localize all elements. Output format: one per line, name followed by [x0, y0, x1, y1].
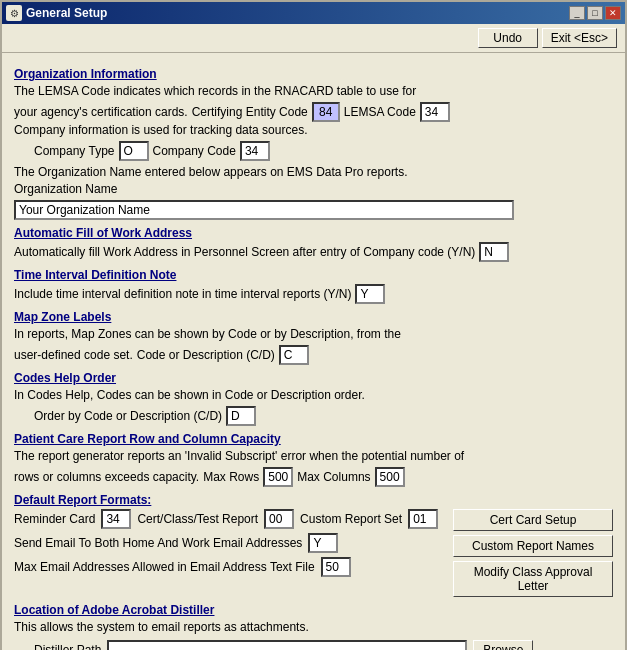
reminder-label: Reminder Card	[14, 512, 95, 526]
close-button[interactable]: ✕	[605, 6, 621, 20]
cert-card-setup-button[interactable]: Cert Card Setup	[453, 509, 613, 531]
distiller-input[interactable]	[107, 640, 467, 650]
max-cols-input[interactable]	[375, 467, 405, 487]
company-code-input[interactable]	[240, 141, 270, 161]
org-name-input[interactable]	[14, 200, 514, 220]
formats-left: Reminder Card Cert/Class/Test Report Cus…	[14, 509, 445, 581]
max-rows-input[interactable]	[263, 467, 293, 487]
formats-row3: Max Email Addresses Allowed in Email Add…	[14, 557, 445, 577]
toolbar: Undo Exit <Esc>	[2, 24, 625, 53]
map-zone-line1: In reports, Map Zones can be shown by Co…	[14, 326, 613, 343]
max-email-label: Max Email Addresses Allowed in Email Add…	[14, 560, 315, 574]
org-name-label: Organization Name	[14, 182, 117, 196]
undo-button[interactable]: Undo	[478, 28, 538, 48]
modify-class-approval-button[interactable]: Modify Class Approval Letter	[453, 561, 613, 597]
custom-report-names-button[interactable]: Custom Report Names	[453, 535, 613, 557]
auto-fill-line1: Automatically fill Work Address in Perso…	[14, 245, 475, 259]
acrobat-line1: This allows the system to email reports …	[14, 619, 613, 636]
patient-care-title: Patient Care Report Row and Column Capac…	[14, 432, 613, 446]
distiller-label: Distiller Path	[34, 643, 101, 650]
certifying-row: your agency's certification cards. Certi…	[14, 102, 613, 122]
map-zone-line3: Code or Description (C/D)	[137, 348, 275, 362]
formats-main-row: Reminder Card Cert/Class/Test Report Cus…	[14, 509, 613, 597]
certifying-label: Certifying Entity Code	[192, 105, 308, 119]
max-cols-label: Max Columns	[297, 470, 370, 484]
map-zone-title: Map Zone Labels	[14, 310, 613, 324]
title-bar-left: ⚙ General Setup	[6, 5, 107, 21]
time-interval-input[interactable]	[355, 284, 385, 304]
map-zone-row: user-defined code set. Code or Descripti…	[14, 345, 613, 365]
company-type-label: Company Type	[34, 144, 115, 158]
patient-care-line2: rows or columns exceeds capacity.	[14, 470, 199, 484]
time-interval-title: Time Interval Definition Note	[14, 268, 613, 282]
org-name-row: Organization Name	[14, 182, 613, 220]
default-formats-title: Default Report Formats:	[14, 493, 613, 507]
exit-button[interactable]: Exit <Esc>	[542, 28, 617, 48]
codes-help-line2: Order by Code or Description (C/D)	[34, 409, 222, 423]
title-bar: ⚙ General Setup _ □ ✕	[2, 2, 625, 24]
main-window: ⚙ General Setup _ □ ✕ Undo Exit <Esc> Or…	[0, 0, 627, 650]
codes-help-input[interactable]	[226, 406, 256, 426]
codes-help-title: Codes Help Order	[14, 371, 613, 385]
email-input[interactable]	[308, 533, 338, 553]
custom-label: Custom Report Set	[300, 512, 402, 526]
lemsa-label: LEMSA Code	[344, 105, 416, 119]
org-info-line4: The Organization Name entered below appe…	[14, 164, 613, 181]
time-interval-line1: Include time interval definition note in…	[14, 287, 351, 301]
certifying-value-input[interactable]	[312, 102, 340, 122]
org-info-line3: Company information is used for tracking…	[14, 122, 613, 139]
format-buttons: Cert Card Setup Custom Report Names Modi…	[453, 509, 613, 597]
browse-button[interactable]: Browse	[473, 640, 533, 650]
auto-fill-input[interactable]	[479, 242, 509, 262]
formats-row2: Send Email To Both Home And Work Email A…	[14, 533, 445, 553]
map-zone-input[interactable]	[279, 345, 309, 365]
custom-input[interactable]	[408, 509, 438, 529]
max-rows-label: Max Rows	[203, 470, 259, 484]
line2-text: your agency's certification cards.	[14, 105, 188, 119]
minimize-button[interactable]: _	[569, 6, 585, 20]
lemsa-value-input[interactable]	[420, 102, 450, 122]
maximize-button[interactable]: □	[587, 6, 603, 20]
auto-fill-row: Automatically fill Work Address in Perso…	[14, 242, 613, 262]
acrobat-title: Location of Adobe Acrobat Distiller	[14, 603, 613, 617]
codes-help-line1: In Codes Help, Codes can be shown in Cod…	[14, 387, 613, 404]
email-label: Send Email To Both Home And Work Email A…	[14, 536, 302, 550]
window-icon: ⚙	[6, 5, 22, 21]
patient-care-row: rows or columns exceeds capacity. Max Ro…	[14, 467, 613, 487]
window-title: General Setup	[26, 6, 107, 20]
default-formats-section: Default Report Formats: Reminder Card Ce…	[14, 493, 613, 597]
company-type-input[interactable]	[119, 141, 149, 161]
codes-help-row: Order by Code or Description (C/D)	[14, 406, 613, 426]
time-interval-row: Include time interval definition note in…	[14, 284, 613, 304]
content-area: Organization Information The LEMSA Code …	[2, 53, 625, 650]
cert-input[interactable]	[264, 509, 294, 529]
org-info-title: Organization Information	[14, 67, 613, 81]
formats-row1: Reminder Card Cert/Class/Test Report Cus…	[14, 509, 445, 529]
cert-label: Cert/Class/Test Report	[137, 512, 258, 526]
org-info-line1: The LEMSA Code indicates which records i…	[14, 83, 613, 100]
title-bar-controls: _ □ ✕	[569, 6, 621, 20]
company-row: Company Type Company Code	[14, 141, 613, 161]
reminder-input[interactable]	[101, 509, 131, 529]
distiller-row: Distiller Path Browse	[14, 640, 613, 650]
company-code-label: Company Code	[153, 144, 236, 158]
patient-care-line1: The report generator reports an 'Invalid…	[14, 448, 613, 465]
max-email-input[interactable]	[321, 557, 351, 577]
auto-fill-title: Automatic Fill of Work Address	[14, 226, 613, 240]
map-zone-line2: user-defined code set.	[14, 348, 133, 362]
